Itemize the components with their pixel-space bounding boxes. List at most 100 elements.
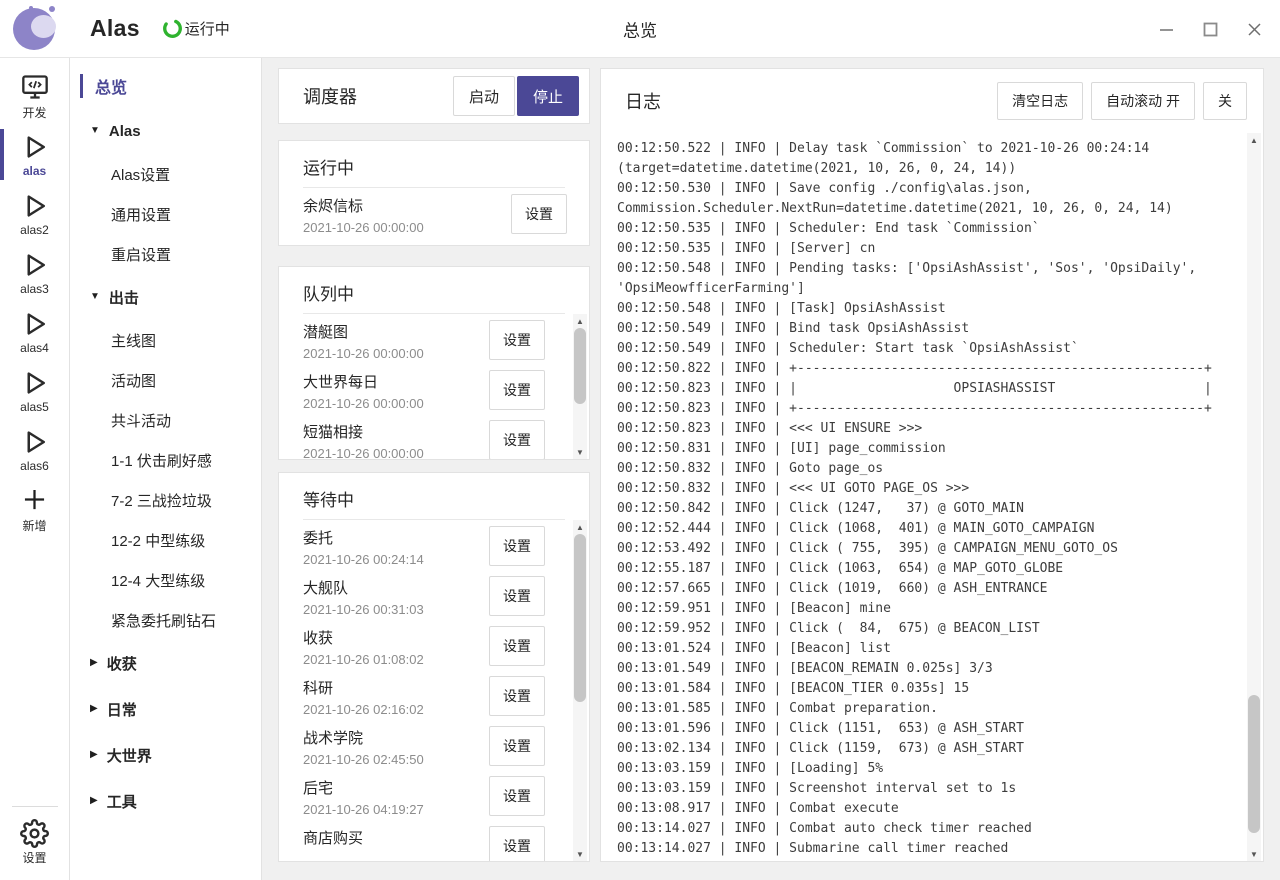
log-line: 00:13:14.027 | INFO | Submarine call tim… [617,839,1235,859]
menu-item[interactable]: 1-1 伏击刷好感 [70,440,261,480]
log-line: 00:13:02.134 | INFO | Click (1159, 673) … [617,739,1235,759]
menu-item[interactable]: 紧急委托刷钻石 [70,600,261,640]
rail-item[interactable]: alas5 [0,361,69,420]
menu-item[interactable]: ▼ 出击 [70,274,261,320]
menu-item-label: 紧急委托刷钻石 [111,610,216,631]
log-line: 00:13:08.917 | INFO | Combat execute [617,799,1235,819]
rail-settings[interactable]: 设置 [0,796,69,880]
scroll-up-icon[interactable]: ▲ [573,314,587,328]
menu-item-label: 7-2 三战捡垃圾 [111,490,212,511]
log-body[interactable]: 00:12:50.522 | INFO | Delay task `Commis… [601,133,1263,861]
menu-item[interactable]: ▶ 大世界 [70,732,261,778]
menu-item-label: 收获 [107,653,137,674]
scroll-down-icon[interactable]: ▼ [1247,847,1261,861]
running-spinner-icon [162,18,183,39]
close-button[interactable] [1244,19,1264,39]
rail-item[interactable]: alas6 [0,420,69,479]
scrollbar-thumb[interactable] [574,328,586,404]
scroll-down-icon[interactable]: ▼ [573,445,587,459]
close-icon [1247,22,1262,37]
log-line: 00:12:50.823 | INFO | +-----------------… [617,399,1235,419]
task-setting-button[interactable]: 设置 [489,420,545,459]
task-row: 大世界每日 2021-10-26 00:00:00 设置 [303,368,545,418]
menu-item[interactable]: ▶ 工具 [70,778,261,824]
task-setting-button[interactable]: 设置 [489,676,545,716]
log-line: 00:12:50.522 | INFO | Delay task `Commis… [617,139,1235,159]
minimize-button[interactable] [1156,19,1176,39]
scrollbar-thumb[interactable] [574,534,586,702]
menu-item[interactable]: 12-4 大型练级 [70,560,261,600]
scheduler-title: 调度器 [303,83,453,109]
menu-item[interactable]: ▶ 日常 [70,686,261,732]
log-line: 00:12:50.823 | INFO | | OPSIASHASSIST | [617,379,1235,399]
waiting-card: 等待中 委托 2021-10-26 00:24:14 设置 大舰队 [278,472,590,862]
task-setting-button[interactable]: 设置 [489,776,545,816]
menu-item[interactable]: 活动图 [70,360,261,400]
gear-icon [20,819,49,848]
rail-item[interactable]: 开发 [0,66,69,125]
rail-item[interactable]: 新增 [0,479,69,538]
rail-item[interactable]: alas [0,125,69,184]
log-line: 00:13:03.159 | INFO | Screenshot interva… [617,779,1235,799]
app-header: Alas 运行中 总览 [0,0,1280,58]
log-line: 00:12:50.535 | INFO | Scheduler: End tas… [617,219,1235,239]
menu-item[interactable]: 总览 [70,64,261,108]
scheduler-panel: 调度器 启动 停止 [278,68,590,124]
play-icon [20,250,50,280]
task-setting-button[interactable]: 设置 [489,320,545,360]
app-window: Alas 运行中 总览 [0,0,1280,880]
scrollbar[interactable]: ▲ ▼ [573,314,587,459]
scrollbar[interactable]: ▲ ▼ [573,520,587,861]
scroll-up-icon[interactable]: ▲ [1247,133,1261,147]
log-panel: 日志 清空日志 自动滚动 开 关 00:12:50.522 | INFO | D… [600,68,1264,862]
alas-logo-icon [13,6,59,52]
menu-item[interactable]: 12-2 中型练级 [70,520,261,560]
scrollbar[interactable]: ▲ ▼ [1247,133,1261,861]
rail-item-label: 新增 [22,517,46,534]
log-line: 00:12:53.492 | INFO | Click ( 755, 395) … [617,539,1235,559]
scrollbar-thumb[interactable] [1248,695,1260,833]
minimize-icon [1159,22,1174,37]
rail-item[interactable]: alas3 [0,243,69,302]
task-setting-button[interactable]: 设置 [489,370,545,410]
log-line: 00:12:50.530 | INFO | Save config ./conf… [617,179,1235,199]
menu-item[interactable]: 共斗活动 [70,400,261,440]
menu-item-label: 总览 [95,74,127,98]
task-setting-button[interactable]: 设置 [489,576,545,616]
autoscroll-toggle-button[interactable]: 自动滚动 开 [1091,82,1195,120]
menu-item[interactable]: 主线图 [70,320,261,360]
log-off-button[interactable]: 关 [1203,82,1247,120]
menu-item[interactable]: 7-2 三战捡垃圾 [70,480,261,520]
menu-item[interactable]: Alas设置 [70,154,261,194]
task-setting-button[interactable]: 设置 [489,726,545,766]
scroll-down-icon[interactable]: ▼ [573,847,587,861]
log-title: 日志 [625,88,997,114]
rail-item[interactable]: alas2 [0,184,69,243]
queued-card: 队列中 潜艇图 2021-10-26 00:00:00 设置 大世界每日 [278,266,590,460]
log-line: Commission.Scheduler.NextRun=datetime.da… [617,199,1235,219]
play-icon [20,132,50,162]
scheduler-status: 运行中 [162,18,230,39]
clear-log-button[interactable]: 清空日志 [997,82,1083,120]
task-setting-button[interactable]: 设置 [489,626,545,666]
task-setting-button[interactable]: 设置 [489,826,545,861]
task-setting-button[interactable]: 设置 [489,526,545,566]
scroll-up-icon[interactable]: ▲ [573,520,587,534]
task-row: 商店购买 设置 [303,824,545,861]
log-line: 00:12:57.665 | INFO | Click (1019, 660) … [617,579,1235,599]
rail-item[interactable]: alas4 [0,302,69,361]
menu-item[interactable]: 通用设置 [70,194,261,234]
menu-item[interactable]: ▶ 收获 [70,640,261,686]
task-setting-button[interactable]: 设置 [511,194,567,234]
log-line: 00:12:50.822 | INFO | +-----------------… [617,359,1235,379]
log-line: 00:12:50.535 | INFO | [Server] cn [617,239,1235,259]
menu-item[interactable]: ▼ Alas [70,108,261,154]
waiting-list: 委托 2021-10-26 00:24:14 设置 大舰队 2021-10-26… [279,520,589,861]
menu-item[interactable]: 重启设置 [70,234,261,274]
stop-button[interactable]: 停止 [517,76,579,116]
maximize-button[interactable] [1200,19,1220,39]
status-label: 运行中 [185,18,230,39]
menu-item-label: 通用设置 [111,204,171,225]
log-line: 00:12:50.823 | INFO | <<< UI ENSURE >>> [617,419,1235,439]
start-button[interactable]: 启动 [453,76,515,116]
